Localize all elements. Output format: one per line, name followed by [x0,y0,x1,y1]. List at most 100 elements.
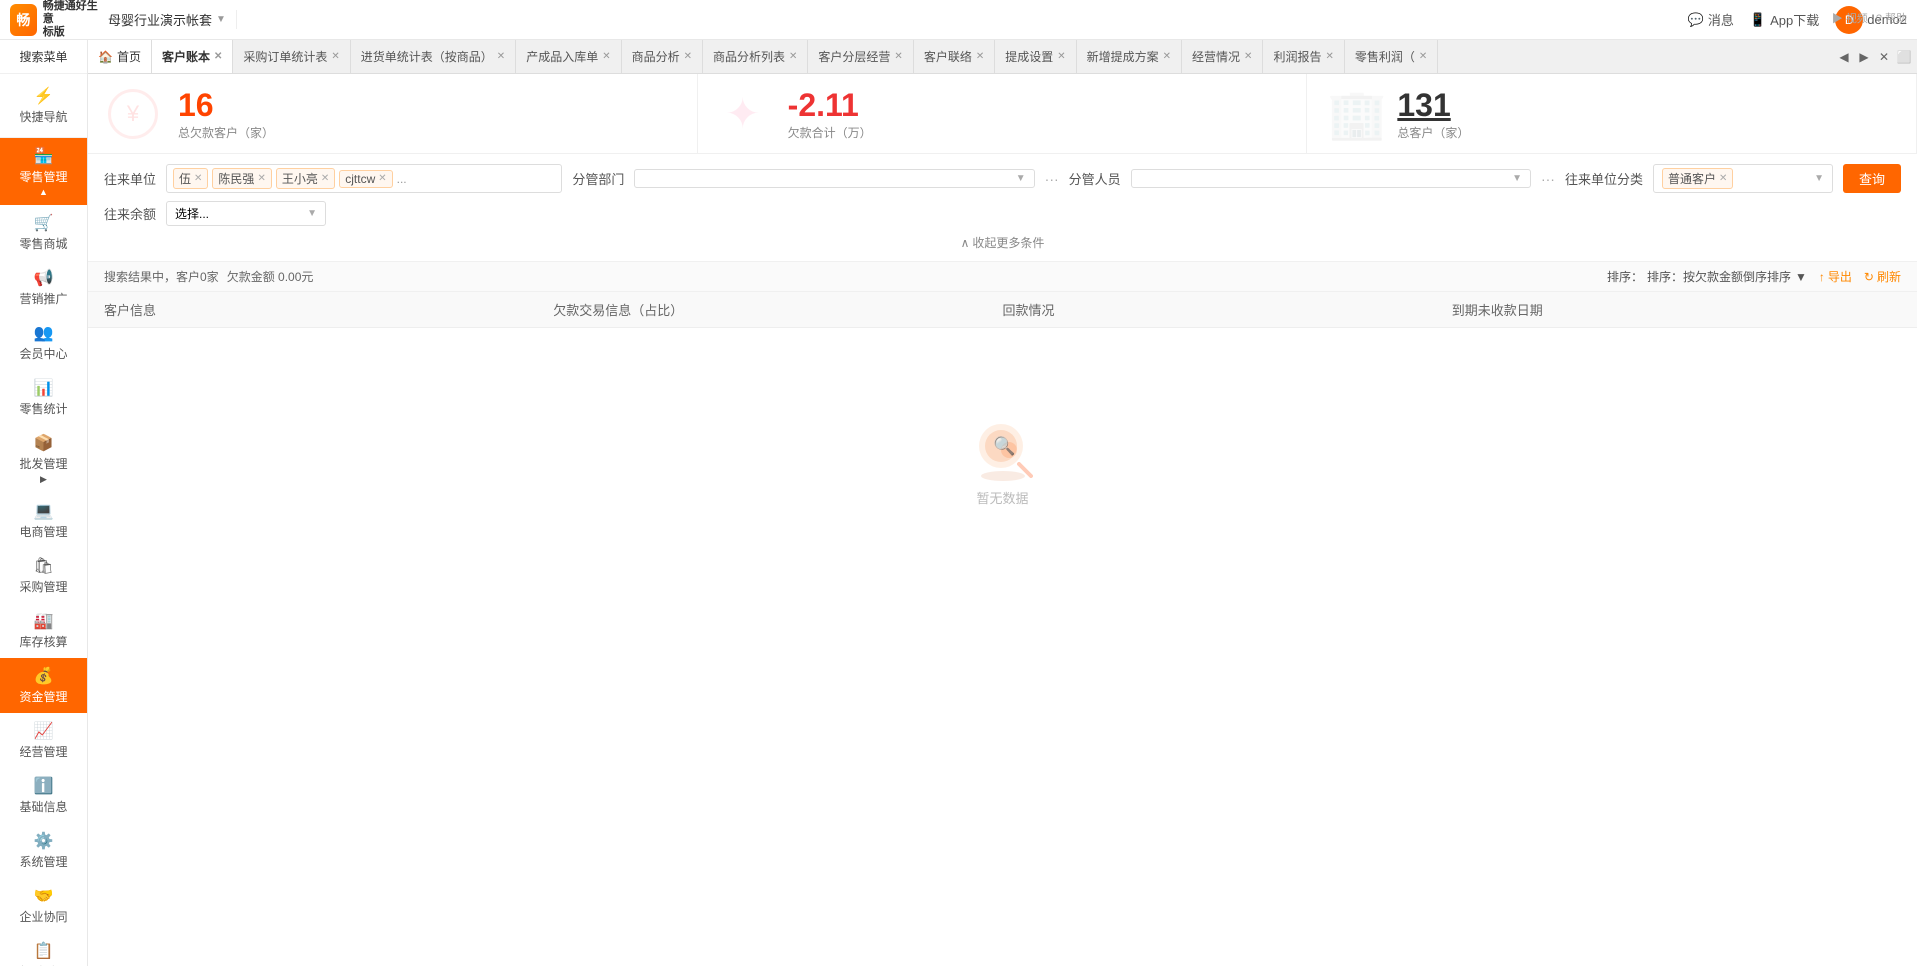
collapse-area: ∧ 收起更多条件 [104,234,1901,251]
retail-stat-icon: 📊 [34,378,54,398]
tag-close-icon[interactable]: ✕ [321,173,329,184]
debt-customers-text: 16 总欠款客户（家） [178,87,274,141]
tag-close-icon[interactable]: ✕ [1719,173,1727,184]
tab-close-icon[interactable]: ✕ [684,51,692,62]
basic-icon: ℹ️ [34,776,54,796]
person-dots[interactable]: ··· [1541,171,1555,187]
tab-operation[interactable]: 经营情况 ✕ [1182,40,1263,74]
sidebar-item-enterprise[interactable]: 🤝 企业协同 [0,878,87,933]
tab-label: 产成品入库单 [526,48,598,65]
sidebar-item-label: 企业协同 [19,908,67,925]
sidebar-item-purchase[interactable]: 🛍 采购管理 [0,548,87,603]
tab-close-icon[interactable]: ✕ [1244,51,1252,62]
enterprise-icon: 🤝 [34,886,54,906]
export-button[interactable]: ↑ 导出 [1819,268,1852,285]
sidebar-item-retail-store[interactable]: 🛒 零售商城 [0,205,87,260]
sidebar-item-retail-mgmt[interactable]: 🏪 零售管理 ▲ [0,138,87,205]
tag-close-icon[interactable]: ✕ [257,173,265,184]
tab-new-plan[interactable]: 新增提成方案 ✕ [1077,40,1182,74]
sidebar-item-basic[interactable]: ℹ️ 基础信息 [0,768,87,823]
tab-close-icon[interactable]: ✕ [1325,51,1333,62]
tab-close-icon[interactable]: ✕ [789,51,797,62]
tag-text: cjttcw [345,172,375,186]
sort-select[interactable]: 排序： 排序：按欠款金额倒序排序 ▼ [1607,268,1807,285]
sidebar-item-finance[interactable]: 💰 资金管理 [0,658,87,713]
tab-goods-analysis-list[interactable]: 商品分析列表 ✕ [703,40,808,74]
tab-close-icon[interactable]: ✕ [214,51,222,62]
download-icon: 📱 [1750,12,1766,28]
filter-tag-wu[interactable]: 伍 ✕ [173,168,208,189]
app-download-button[interactable]: 📱 App下载 [1750,10,1819,29]
sidebar-item-system[interactable]: ⚙️ 系统管理 [0,823,87,878]
balance-select[interactable]: 选择... ▼ [166,201,326,226]
tab-reminder[interactable]: 提成设置 ✕ [995,40,1076,74]
tab-prev-button[interactable]: ◀ [1835,48,1853,66]
query-button[interactable]: 查询 [1843,164,1901,193]
sidebar-item-label: 基础信息 [19,798,67,815]
collapse-button[interactable]: ∧ 收起更多条件 [961,234,1045,251]
tab-close-icon[interactable]: ✕ [1057,51,1065,62]
sidebar-nav-shortcut[interactable]: ⚡ 快捷导航 [0,74,87,138]
unit-filter-tags[interactable]: 伍 ✕ 陈民强 ✕ 王小亮 ✕ [166,164,562,193]
tab-close-icon[interactable]: ✕ [602,51,610,62]
refresh-button[interactable]: ↻ 刷新 [1864,268,1901,285]
filter-tag-cjttcw[interactable]: cjttcw ✕ [339,170,392,188]
tab-close-icon[interactable]: ✕ [331,51,339,62]
tab-next-button[interactable]: ▶ [1855,48,1873,66]
sidebar-item-marketing[interactable]: 📢 营销推广 [0,260,87,315]
tab-close-icon[interactable]: ✕ [497,51,505,62]
account-selector[interactable]: 母婴行业演示帐套 ▼ [98,10,237,29]
tab-close-icon[interactable]: ✕ [894,51,902,62]
sidebar-item-wholesale[interactable]: 📦 批发管理 ▶ [0,425,87,493]
tab-customer-manage[interactable]: 客户分层经营 ✕ [808,40,913,74]
filter-tag-more[interactable]: ... [397,172,407,186]
tab-close-icon[interactable]: ✕ [1163,51,1171,62]
person-select[interactable]: ▼ [1131,169,1531,188]
sidebar-item-label: 零售管理 [19,168,67,185]
tab-close-all-button[interactable]: ✕ [1875,48,1893,66]
sort-label: 排序：按欠款金额倒序排序 [1647,268,1791,285]
tab-home[interactable]: 🏠 首页 [88,40,152,74]
sidebar-search[interactable]: 搜索菜单 [0,40,87,74]
retail-store-icon: 🛒 [34,213,54,233]
stats-row: ¥ 16 总欠款客户（家） ✦ -2.11 欠款合计（万） [88,74,1917,154]
stat-total-customers: 🏢 131 总客户（家） [1307,74,1917,153]
category-select[interactable]: 普通客户 ✕ ▼ [1653,164,1833,193]
tab-purchase-stat[interactable]: 进货单统计表（按商品） ✕ [351,40,516,74]
logo-text: 畅捷通好生意 标版 [43,0,98,39]
export-icon: ↑ [1819,270,1825,284]
sidebar-nav-label: 快捷导航 [19,108,67,125]
sidebar-item-operation[interactable]: 📈 经营管理 [0,713,87,768]
sidebar: 搜索菜单 ⚡ 快捷导航 🏪 零售管理 ▲ 🛒 零售商城 [0,40,88,966]
tab-close-icon[interactable]: ✕ [1419,51,1427,62]
tag-close-icon[interactable]: ✕ [194,173,202,184]
tab-purchase-order[interactable]: 采购订单统计表 ✕ [233,40,350,74]
dept-select[interactable]: ▼ [634,169,1034,188]
tag-close-icon[interactable]: ✕ [378,173,386,184]
tab-profit-report[interactable]: 利润报告 ✕ [1263,40,1344,74]
dept-dots[interactable]: ··· [1045,171,1059,187]
tab-accounts[interactable]: 客户账本 ✕ [152,40,233,74]
tab-retail-profit[interactable]: 零售利润（ ✕ [1345,40,1438,74]
filter-tag-chen[interactable]: 陈民强 ✕ [212,168,271,189]
sidebar-item-inventory[interactable]: 🏭 库存核算 [0,603,87,658]
tab-goods-analysis[interactable]: 商品分析 ✕ [622,40,703,74]
message-button[interactable]: 💬 消息 [1688,10,1734,29]
sidebar-item-newbie[interactable]: 📋 新手引导 [0,933,87,966]
sidebar-item-shortcut[interactable]: ⚡ 快捷导航 [0,78,87,133]
tab-product-in[interactable]: 产成品入库单 ✕ [516,40,621,74]
sidebar-item-retail-stat[interactable]: 📊 零售统计 [0,370,87,425]
expand-arrow-icon: ▲ [39,187,48,197]
sidebar-item-member[interactable]: 👥 会员中心 [0,315,87,370]
tab-label: 经营情况 [1192,48,1240,65]
tab-close-icon[interactable]: ✕ [976,51,984,62]
filter-tag-wang[interactable]: 王小亮 ✕ [276,168,335,189]
tab-customer-contact[interactable]: 客户联络 ✕ [914,40,995,74]
person-label: 分管人员 [1069,169,1121,188]
sidebar-item-ecommerce[interactable]: 💻 电商管理 [0,493,87,548]
chevron-down-icon: ▼ [1795,270,1807,284]
category-tag[interactable]: 普通客户 ✕ [1662,168,1733,189]
tab-maximize-button[interactable]: ⬜ [1895,48,1913,66]
empty-icon: 🔍 [963,408,1043,488]
sidebar-item-label: 资金管理 [19,688,67,705]
